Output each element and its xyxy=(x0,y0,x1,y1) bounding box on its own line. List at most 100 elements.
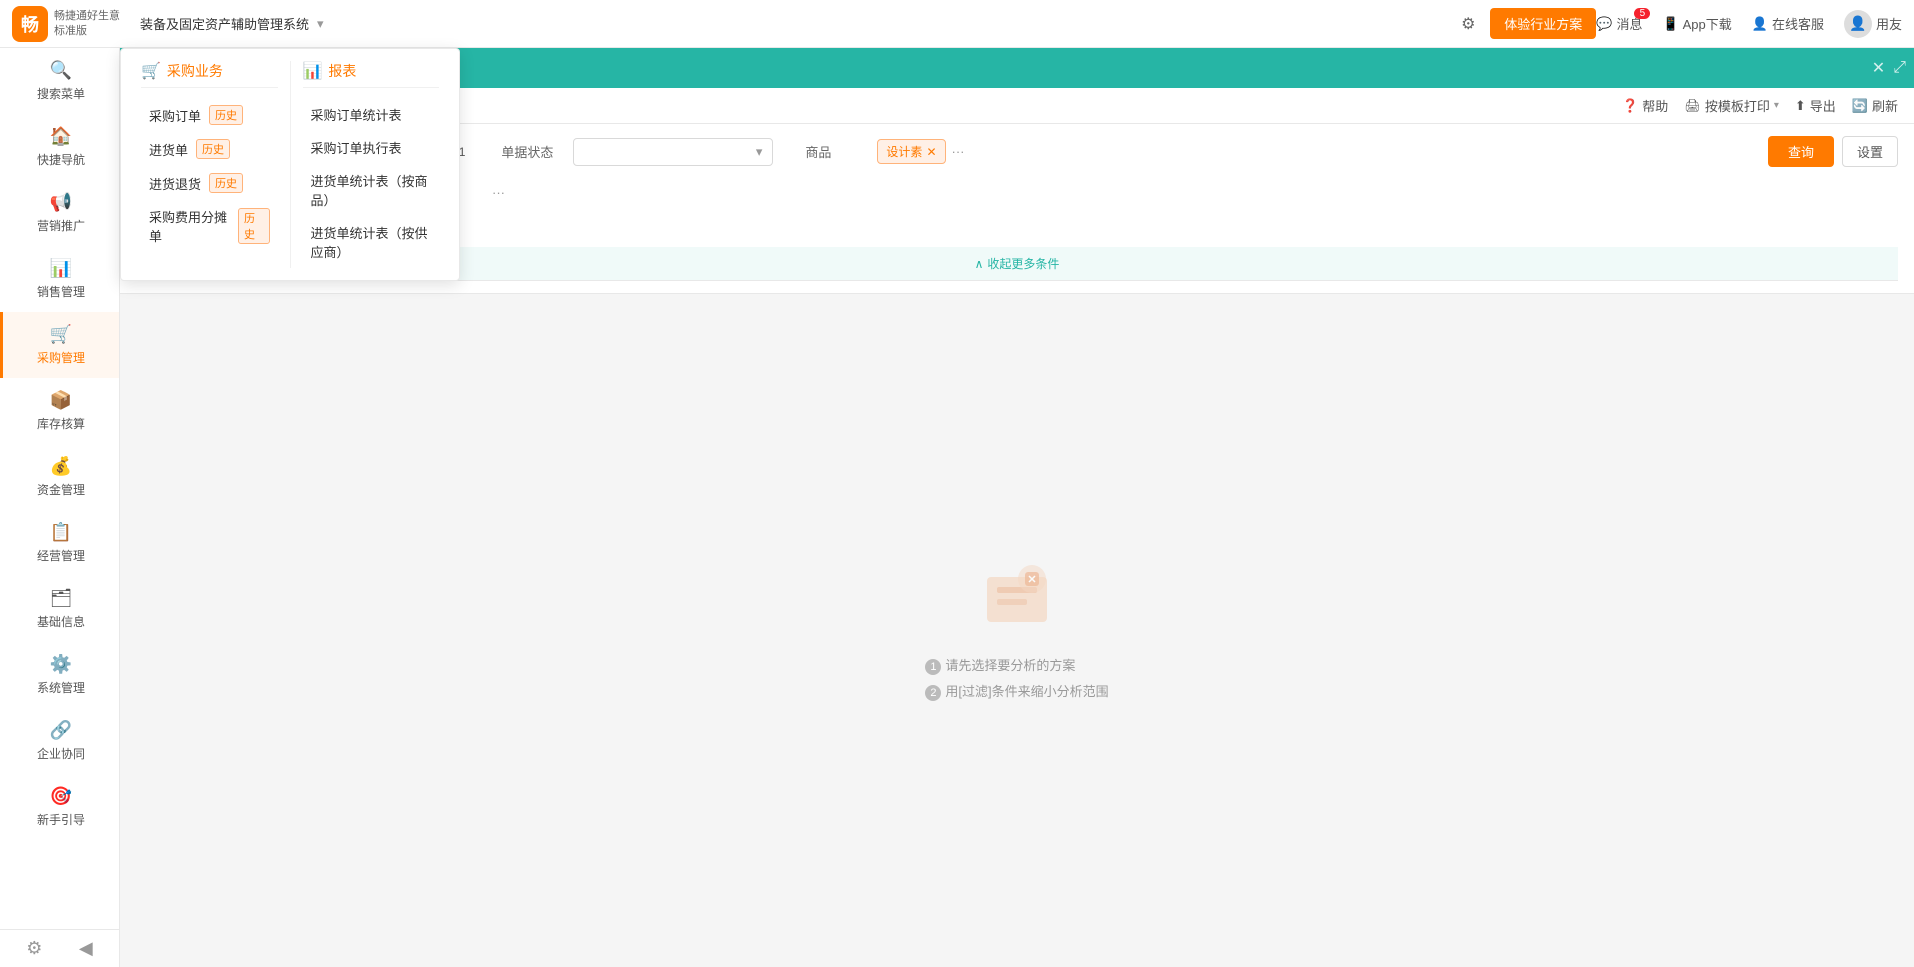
system-title: 装备及固定资产辅助管理系统 xyxy=(140,14,309,33)
purchase-order-label: 采购订单 xyxy=(149,106,201,125)
logo-line2: 标准版 xyxy=(54,24,120,38)
empty-state: 请先选择要分析的方案 用[过滤]条件来缩小分析范围 xyxy=(120,294,1914,967)
menu-item-inbound-stats-supplier[interactable]: 进货单统计表（按供应商） xyxy=(303,216,440,268)
sidebar-item-search[interactable]: 🔍 搜索菜单 xyxy=(0,48,119,114)
sidebar-item-system[interactable]: ⚙️ 系统管理 xyxy=(0,642,119,708)
phone-icon: 📱 xyxy=(1662,16,1678,32)
goods-tag-remove[interactable]: ✕ xyxy=(926,145,936,159)
sales-icon: 📊 xyxy=(50,258,72,279)
tab-bar-right: ✕ ⤢ xyxy=(1872,58,1906,78)
sidebar-label-search: 搜索菜单 xyxy=(37,85,85,102)
online-service-label: 在线客服 xyxy=(1772,14,1824,33)
top-header: 畅 畅捷通好生意 标准版 装备及固定资产辅助管理系统 ▾ ⚙ 体验行业方案 💬 … xyxy=(0,0,1914,48)
menu-item-po-exec[interactable]: 采购订单执行表 xyxy=(303,131,440,164)
collapse-text: 收起更多条件 xyxy=(987,255,1059,272)
sidebar-item-marketing[interactable]: 📢 营销推广 xyxy=(0,180,119,246)
menu-item-purchase-order[interactable]: 采购订单 历史 xyxy=(141,98,278,132)
salesperson-dots[interactable]: ··· xyxy=(492,185,505,200)
window-expand-button[interactable]: ⤢ xyxy=(1893,59,1906,77)
inbound-label: 进货单 xyxy=(149,140,188,159)
refresh-icon: 🔄 xyxy=(1852,98,1868,114)
export-icon: ⬆ xyxy=(1795,98,1806,114)
print-icon: 🖨 xyxy=(1684,98,1701,114)
hist-badge-4: 历史 xyxy=(238,208,270,244)
sidebar-label-system: 系统管理 xyxy=(37,679,85,696)
sidebar-label-capital: 资金管理 xyxy=(37,481,85,498)
menu-item-expense[interactable]: 采购费用分摊单 历史 xyxy=(141,200,278,252)
logo-icon: 畅 xyxy=(12,6,48,42)
sidebar-item-quick-nav[interactable]: 🏠 快捷导航 xyxy=(0,114,119,180)
sidebar-item-enterprise[interactable]: 🔗 企业协同 xyxy=(0,708,119,774)
sidebar-label-newbie: 新手引导 xyxy=(37,811,85,828)
empty-illustration xyxy=(977,557,1057,637)
sidebar-item-basic-info[interactable]: 🗂 基础信息 xyxy=(0,576,119,642)
message-icon: 💬 xyxy=(1596,16,1612,32)
refresh-label: 刷新 xyxy=(1872,96,1898,115)
print-dropdown-arrow[interactable]: ▾ xyxy=(1774,100,1779,111)
dropdown-purchase-header: 🛒 采购业务 xyxy=(141,61,278,88)
logo-area: 畅 畅捷通好生意 标准版 xyxy=(12,6,132,42)
message-badge: 5 xyxy=(1634,8,1650,19)
capital-icon: 💰 xyxy=(50,456,72,477)
dropdown-report-header: 📊 报表 xyxy=(303,61,440,88)
solution-button[interactable]: 体验行业方案 xyxy=(1490,8,1596,39)
return-label: 进货退货 xyxy=(149,174,201,193)
sidebar: 🔍 搜索菜单 🏠 快捷导航 📢 营销推广 📊 销售管理 🛒 采购管理 📦 库存核… xyxy=(0,48,120,967)
settings-button[interactable]: 设置 xyxy=(1842,136,1898,167)
sidebar-label-sales: 销售管理 xyxy=(37,283,85,300)
sidebar-label-enterprise: 企业协同 xyxy=(37,745,85,762)
query-button[interactable]: 查询 xyxy=(1768,136,1834,167)
sidebar-settings-icon[interactable]: ⚙ xyxy=(26,938,42,959)
menu-item-return[interactable]: 进货退货 历史 xyxy=(141,166,278,200)
header-right: 💬 消息 5 📱 App下载 👤 在线客服 👤 用友 xyxy=(1596,10,1902,38)
doc-status-label: 单据状态 xyxy=(501,142,561,161)
menu-item-inbound[interactable]: 进货单 历史 xyxy=(141,132,278,166)
app-download-label: App下载 xyxy=(1683,14,1732,33)
home-icon: 🏠 xyxy=(50,126,72,147)
sidebar-item-capital[interactable]: 💰 资金管理 xyxy=(0,444,119,510)
empty-tip-1: 请先选择要分析的方案 xyxy=(925,653,1108,679)
purchase-col-icon: 🛒 xyxy=(141,61,161,81)
logo-text: 畅捷通好生意 标准版 xyxy=(54,9,120,38)
sidebar-item-operations[interactable]: 📋 经营管理 xyxy=(0,510,119,576)
settings-gear-icon[interactable]: ⚙ xyxy=(1454,10,1482,38)
sidebar-item-newbie[interactable]: 🎯 新手引导 xyxy=(0,774,119,840)
sidebar-item-purchase[interactable]: 🛒 采购管理 xyxy=(0,312,119,378)
sidebar-item-sales[interactable]: 📊 销售管理 xyxy=(0,246,119,312)
app-download-button[interactable]: 📱 App下载 xyxy=(1662,14,1731,33)
sidebar-bottom: ⚙ ◀ xyxy=(0,929,119,967)
sidebar-label-purchase: 采购管理 xyxy=(37,349,85,366)
sidebar-collapse-icon[interactable]: ◀ xyxy=(79,938,93,959)
export-button[interactable]: ⬆ 导出 xyxy=(1795,96,1836,115)
system-dropdown-arrow[interactable]: ▾ xyxy=(317,16,324,32)
report-col-icon: 📊 xyxy=(303,61,323,81)
user-area[interactable]: 👤 用友 xyxy=(1844,10,1902,38)
po-exec-label: 采购订单执行表 xyxy=(311,138,402,157)
po-stats-label: 采购订单统计表 xyxy=(311,105,402,124)
help-label: 帮助 xyxy=(1642,96,1668,115)
sidebar-label-inventory: 库存核算 xyxy=(37,415,85,432)
goods-more-dots[interactable]: ··· xyxy=(952,144,965,159)
marketing-icon: 📢 xyxy=(50,192,72,213)
column-divider xyxy=(290,61,291,268)
doc-status-arrow: ▾ xyxy=(756,144,763,160)
sidebar-item-inventory[interactable]: 📦 库存核算 xyxy=(0,378,119,444)
refresh-button[interactable]: 🔄 刷新 xyxy=(1852,96,1898,115)
dropdown-report-col: 📊 报表 采购订单统计表 采购订单执行表 进货单统计表（按商品） 进货单统计表（… xyxy=(295,61,448,268)
sidebar-label-basic-info: 基础信息 xyxy=(37,613,85,630)
menu-item-inbound-stats-goods[interactable]: 进货单统计表（按商品） xyxy=(303,164,440,216)
message-button[interactable]: 💬 消息 5 xyxy=(1596,14,1642,33)
hist-badge-3: 历史 xyxy=(209,173,243,193)
goods-label: 商品 xyxy=(805,142,865,161)
chevron-up-icon: ∧ xyxy=(975,257,984,271)
window-close-button[interactable]: ✕ xyxy=(1872,58,1885,78)
help-button[interactable]: ❓ 帮助 xyxy=(1622,96,1668,115)
user-name: 用友 xyxy=(1876,14,1902,33)
menu-item-po-stats[interactable]: 采购订单统计表 xyxy=(303,98,440,131)
online-service-button[interactable]: 👤 在线客服 xyxy=(1752,14,1824,33)
sidebar-label-operations: 经营管理 xyxy=(37,547,85,564)
goods-tag-text: 设计素 xyxy=(886,143,922,160)
print-button[interactable]: 🖨 按模板打印 ▾ xyxy=(1684,96,1779,115)
doc-status-select[interactable]: ▾ xyxy=(573,138,773,166)
dropdown-purchase-col: 🛒 采购业务 采购订单 历史 进货单 历史 进货退货 历史 采购费用分摊单 历史 xyxy=(133,61,286,268)
